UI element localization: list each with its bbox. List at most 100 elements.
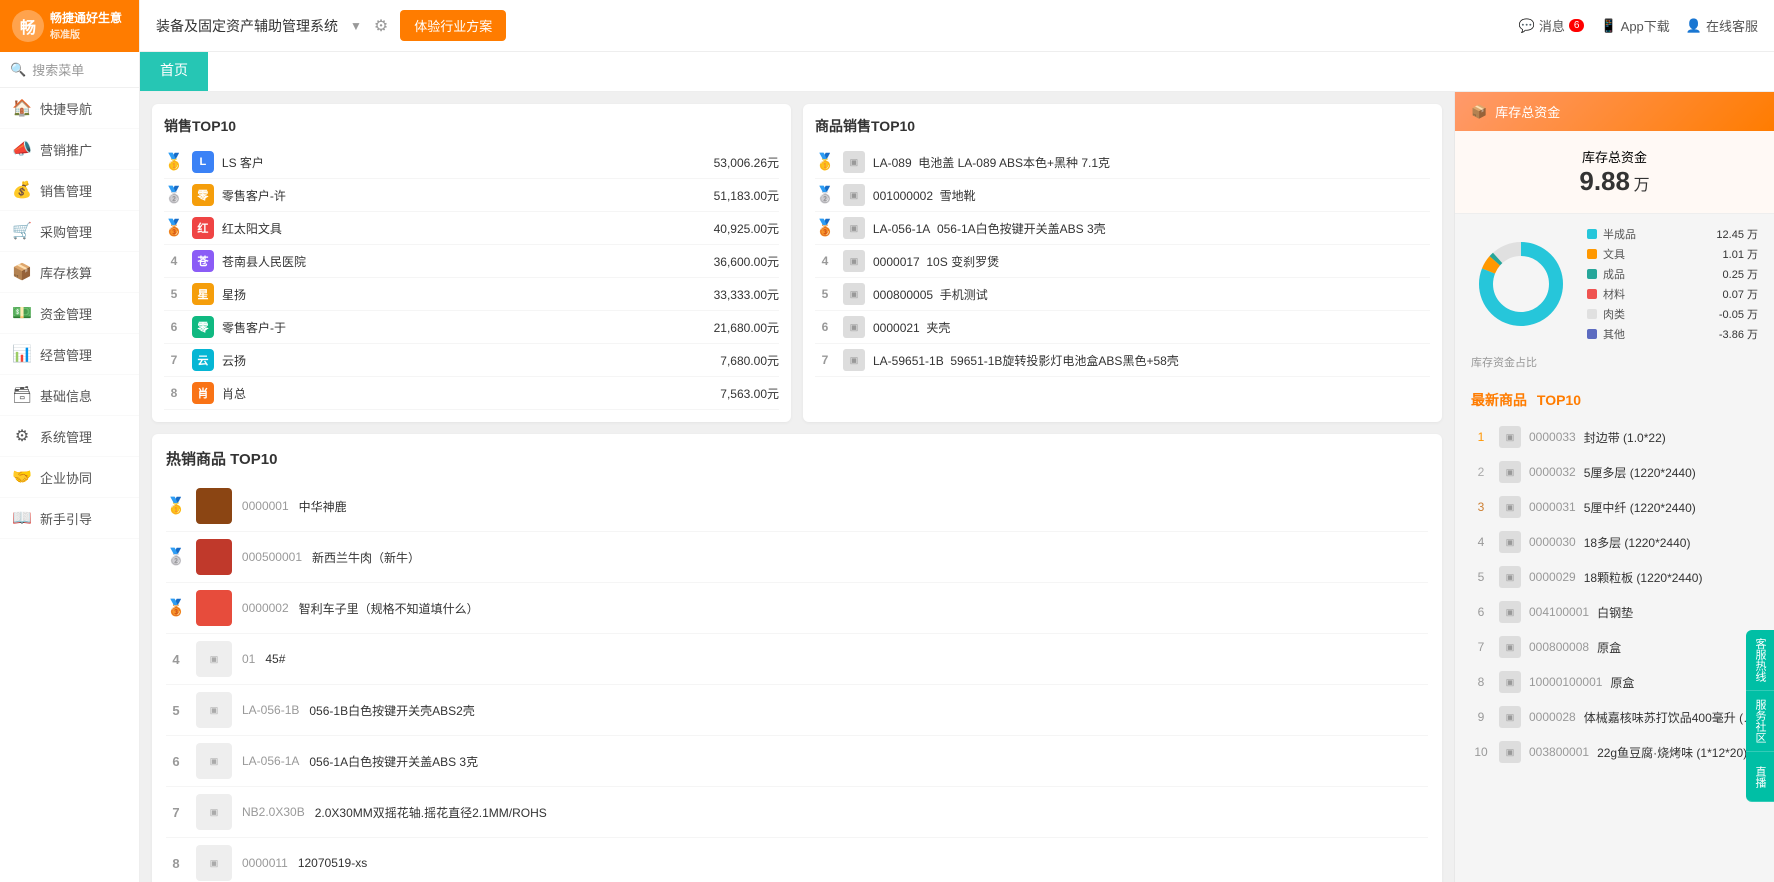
product-sales-rank-item: 🥉▣ LA-056-1A 056-1A白色按键开关盖ABS 3壳: [815, 212, 1430, 245]
medal-silver-icon: 🥈: [815, 185, 835, 205]
app-download-btn[interactable]: 📱 App下载: [1600, 16, 1669, 35]
inventory-total-card: 库存总资金 9.88 万: [1455, 131, 1774, 214]
hot-product-item: 4▣ 01 45#: [166, 634, 1428, 685]
product-sales-name: 0000017 10S 变刹罗煲: [873, 253, 1430, 270]
sidebar-item-资金管理[interactable]: 💵 资金管理: [0, 293, 139, 334]
sidebar-icon: 💰: [12, 180, 32, 200]
sidebar-item-label: 经营管理: [40, 345, 92, 364]
product-thumb-placeholder: ▣: [196, 845, 232, 881]
new-rank-num: 8: [1471, 675, 1491, 689]
sidebar-item-采购管理[interactable]: 🛒 采购管理: [0, 211, 139, 252]
sidebar-item-label: 基础信息: [40, 386, 92, 405]
hot-products-title: 热销商品 TOP10: [166, 448, 1428, 469]
product-thumb-placeholder: ▣: [196, 692, 232, 728]
medal-bronze-icon: 🥉: [166, 598, 186, 618]
sidebar-item-销售管理[interactable]: 💰 销售管理: [0, 170, 139, 211]
customer-name: 红太阳文具: [222, 220, 706, 237]
np-name: 原盒: [1610, 674, 1758, 691]
rank-number: 5: [815, 287, 835, 301]
online-service-btn[interactable]: 👤 在线客服: [1686, 16, 1758, 35]
sidebar-item-系统管理[interactable]: ⚙ 系统管理: [0, 416, 139, 457]
customer-value: 36,600.00元: [714, 253, 779, 270]
sidebar-icon: 📦: [12, 262, 32, 282]
gear-icon[interactable]: ⚙: [374, 16, 388, 36]
np-img-placeholder: ▣: [1499, 426, 1521, 448]
hot-product-code: NB2.0X30B: [242, 805, 305, 819]
product-thumb: [196, 488, 232, 524]
rank-number: 4: [815, 254, 835, 268]
sidebar-item-label: 资金管理: [40, 304, 92, 323]
customer-badge: 肖: [192, 382, 214, 404]
inventory-total-value: 9.88: [1579, 166, 1630, 196]
donut-section: 半成品 12.45 万 文具 1.01 万 成品 0.25 万 材料 0.07 …: [1455, 214, 1774, 354]
sidebar-item-基础信息[interactable]: 🗃 基础信息: [0, 375, 139, 416]
sidebar-item-企业协同[interactable]: 🤝 企业协同: [0, 457, 139, 498]
customer-rank-item: 🥉红 红太阳文具 40,925.00元: [164, 212, 779, 245]
legend: 半成品 12.45 万 文具 1.01 万 成品 0.25 万 材料 0.07 …: [1587, 226, 1758, 342]
medal-silver-icon: 🥈: [166, 547, 186, 567]
legend-item: 其他 -3.86 万: [1587, 326, 1758, 342]
customer-name: 零售客户-许: [222, 187, 706, 204]
np-img-placeholder: ▣: [1499, 601, 1521, 623]
trial-button[interactable]: 体验行业方案: [400, 10, 506, 41]
np-img-placeholder: ▣: [1499, 496, 1521, 518]
customer-rank-item: 4苍 苍南县人民医院 36,600.00元: [164, 245, 779, 278]
float-buttons: 客服热线服务社区直播: [1746, 630, 1774, 802]
search-menu[interactable]: 🔍 搜索菜单: [0, 52, 139, 88]
new-product-item: 7 ▣ 000800008 原盒: [1471, 630, 1758, 665]
inventory-header: 📦 库存总资金: [1455, 92, 1774, 131]
product-thumb-placeholder: ▣: [196, 743, 232, 779]
sidebar-icon: 📖: [12, 508, 32, 528]
float-btn-服务社区[interactable]: 服务社区: [1746, 691, 1774, 752]
tab-home[interactable]: 首页: [140, 52, 208, 91]
new-product-item: 6 ▣ 004100001 白钢垫: [1471, 595, 1758, 630]
donut-chart: [1471, 234, 1571, 334]
hot-product-name: 智利车子里（规格不知道填什么）: [299, 600, 479, 617]
float-btn-直播[interactable]: 直播: [1746, 752, 1774, 802]
notifications-btn[interactable]: 💬 消息 6: [1519, 16, 1585, 35]
rank-number: 6: [164, 320, 184, 334]
customer-value: 40,925.00元: [714, 220, 779, 237]
sidebar-item-库存核算[interactable]: 📦 库存核算: [0, 252, 139, 293]
sidebar-item-快捷导航[interactable]: 🏠 快捷导航: [0, 88, 139, 129]
sidebar-icon: 📣: [12, 139, 32, 159]
np-code: 0000031: [1529, 500, 1576, 514]
sidebar-item-label: 系统管理: [40, 427, 92, 446]
np-code: 0000029: [1529, 570, 1576, 584]
rank-number: 5: [164, 287, 184, 301]
search-icon: 🔍: [10, 62, 26, 78]
legend-name: 其他: [1603, 326, 1713, 342]
system-name: 装备及固定资产辅助管理系统: [156, 16, 338, 36]
dropdown-arrow[interactable]: ▼: [350, 19, 362, 33]
hot-product-item: 🥇 0000001 中华神鹿: [166, 481, 1428, 532]
new-rank-num: 9: [1471, 710, 1491, 724]
legend-value: -3.86 万: [1719, 326, 1758, 342]
main-area: 装备及固定资产辅助管理系统 ▼ ⚙ 体验行业方案 💬 消息 6 📱 App下载 …: [140, 0, 1774, 882]
float-btn-客服热线[interactable]: 客服热线: [1746, 630, 1774, 691]
legend-dot: [1587, 309, 1597, 319]
customer-value: 7,563.00元: [720, 385, 779, 402]
customer-badge: 星: [192, 283, 214, 305]
product-img-placeholder: ▣: [843, 349, 865, 371]
medal-gold-icon: 🥇: [166, 496, 186, 516]
sidebar-item-经营管理[interactable]: 📊 经营管理: [0, 334, 139, 375]
product-sales-top-title: 商品销售TOP10: [815, 116, 1430, 136]
rank-number: 5: [166, 703, 186, 718]
customer-value: 53,006.26元: [714, 154, 779, 171]
np-code: 0000030: [1529, 535, 1576, 549]
hot-product-name: 45#: [265, 652, 285, 666]
customer-value: 21,680.00元: [714, 319, 779, 336]
customer-rank-item: 7云 云扬 7,680.00元: [164, 344, 779, 377]
sidebar-item-营销推广[interactable]: 📣 营销推广: [0, 129, 139, 170]
legend-dot: [1587, 289, 1597, 299]
new-product-item: 8 ▣ 10000100001 原盒: [1471, 665, 1758, 700]
new-product-item: 5 ▣ 0000029 18颗粒板 (1220*2440): [1471, 560, 1758, 595]
customer-value: 7,680.00元: [720, 352, 779, 369]
sidebar-item-新手引导[interactable]: 📖 新手引导: [0, 498, 139, 539]
new-products-title: 最新商品 TOP10: [1471, 390, 1758, 410]
customer-name: 星扬: [222, 286, 706, 303]
content-area: 销售TOP10 🥇L LS 客户 53,006.26元🥈零 零售客户-许 51,…: [140, 92, 1774, 882]
hot-product-name: 12070519-xs: [298, 856, 367, 870]
hot-product-item: 5▣ LA-056-1B 056-1B白色按键开关壳ABS2壳: [166, 685, 1428, 736]
legend-dot: [1587, 229, 1597, 239]
